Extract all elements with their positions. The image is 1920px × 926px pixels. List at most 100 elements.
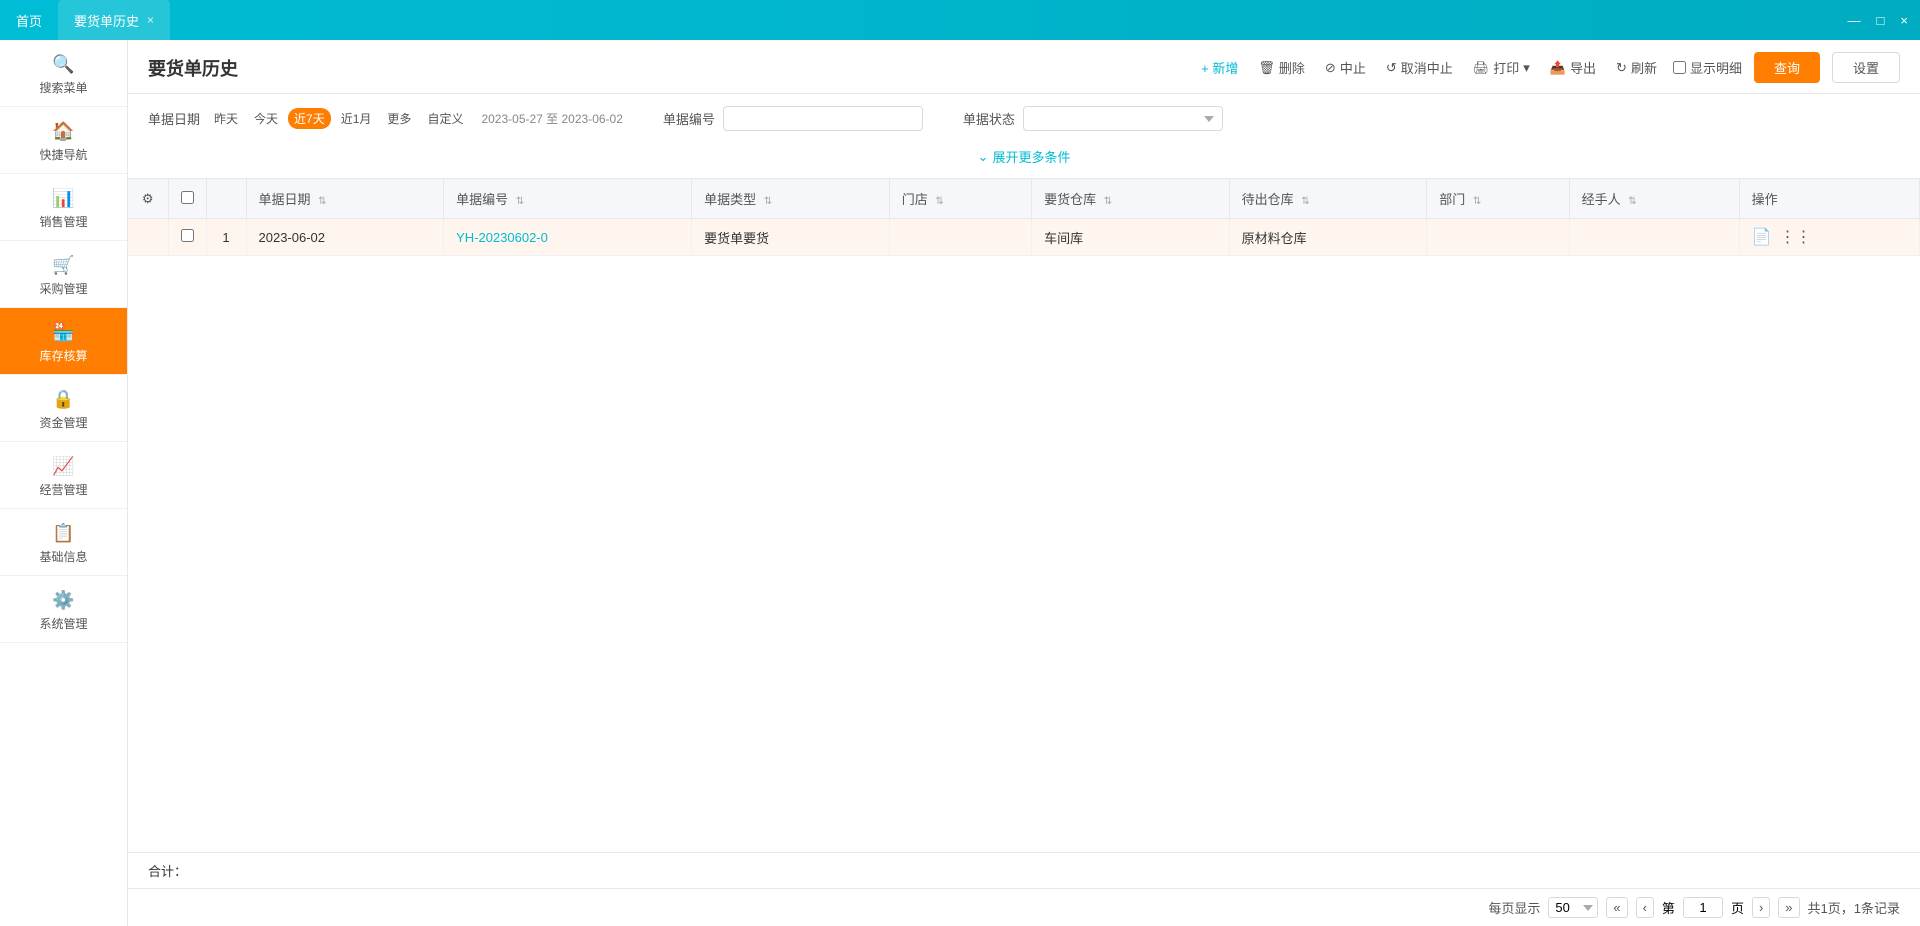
expand-label: 展开更多条件 — [992, 147, 1070, 166]
next-page-button[interactable]: › — [1752, 897, 1770, 918]
sidebar-item-purchase-mgmt[interactable]: 🛒 采购管理 — [0, 241, 127, 308]
export-icon: 📤 — [1550, 60, 1566, 76]
cancel-stop-button[interactable]: ↺ 取消中止 — [1382, 54, 1457, 81]
finance-icon: 🔒 — [52, 389, 74, 410]
sort-store-icon[interactable]: ⇅ — [935, 196, 943, 207]
last-page-button[interactable]: » — [1778, 897, 1799, 918]
sidebar: 🔍 搜索菜单 🏠 快捷导航 📊 销售管理 🛒 采购管理 🏪 库存核算 🔒 资金管… — [0, 40, 128, 926]
export-label: 导出 — [1570, 58, 1596, 77]
display-detail-checkbox[interactable] — [1673, 61, 1686, 74]
col-handler-label: 经手人 — [1582, 192, 1621, 207]
page-input[interactable] — [1683, 897, 1723, 918]
col-settings-icon[interactable]: ⚙ — [142, 191, 154, 206]
refresh-label: 刷新 — [1631, 58, 1657, 77]
display-detail-label: 显示明细 — [1690, 58, 1742, 77]
sort-pending-warehouse-icon[interactable]: ⇅ — [1301, 196, 1309, 207]
sidebar-item-sales-mgmt[interactable]: 📊 销售管理 — [0, 174, 127, 241]
per-page-select[interactable]: 20 50 100 — [1548, 897, 1598, 918]
print-button[interactable]: 🖨 打印 ▾ — [1469, 54, 1534, 81]
sidebar-item-system-mgmt[interactable]: ⚙️ 系统管理 — [0, 576, 127, 643]
close-window-button[interactable]: × — [1900, 13, 1908, 28]
date-btn-yesterday[interactable]: 昨天 — [208, 108, 244, 129]
status-filter-group: 单据状态 — [963, 106, 1223, 131]
sort-doc-date-icon[interactable]: ⇅ — [318, 196, 326, 207]
table-footer: 合计： — [128, 852, 1920, 888]
expand-more-conditions-button[interactable]: ⌄ 展开更多条件 — [978, 147, 1071, 166]
col-req-warehouse-label: 要货仓库 — [1044, 192, 1096, 207]
expand-icon: ⌄ — [978, 149, 989, 165]
sidebar-item-quick-nav[interactable]: 🏠 快捷导航 — [0, 107, 127, 174]
row-req-warehouse: 车间库 — [1032, 219, 1230, 256]
settings-button[interactable]: 设置 — [1832, 52, 1900, 83]
tab-home[interactable]: 首页 — [0, 0, 58, 40]
print-dropdown-icon: ▾ — [1523, 60, 1530, 76]
print-icon: 🖨 — [1473, 60, 1490, 76]
first-page-button[interactable]: « — [1606, 897, 1627, 918]
doc-no-filter-group: 单据编号 — [663, 106, 923, 131]
sidebar-item-inventory-label: 库存核算 — [39, 347, 87, 364]
main-layout: 🔍 搜索菜单 🏠 快捷导航 📊 销售管理 🛒 采购管理 🏪 库存核算 🔒 资金管… — [0, 40, 1920, 926]
page-title-row: 要货单历史 + 新增 🗑 删除 ⊘ 中止 ↺ 取消中止 — [148, 52, 1900, 83]
refresh-button[interactable]: ↻ 刷新 — [1612, 54, 1661, 81]
page-label: 第 — [1662, 898, 1675, 917]
col-req-warehouse: 要货仓库 ⇅ — [1032, 179, 1230, 219]
row-checkbox[interactable] — [181, 229, 194, 242]
doc-no-input[interactable] — [723, 106, 923, 131]
purchase-mgmt-icon: 🛒 — [52, 255, 74, 276]
display-detail-checkbox-label[interactable]: 显示明细 — [1673, 58, 1742, 77]
prev-page-button[interactable]: ‹ — [1636, 897, 1654, 918]
sidebar-item-operations[interactable]: 📈 经营管理 — [0, 442, 127, 509]
summary-label: 合计： — [148, 861, 187, 880]
table-row: 1 2023-06-02 YH-20230602-0 要货单要货 车间库 原材料… — [128, 219, 1920, 256]
new-button[interactable]: + 新增 — [1197, 54, 1242, 81]
sidebar-item-inventory[interactable]: 🏪 库存核算 — [0, 308, 127, 375]
row-handler — [1569, 219, 1739, 256]
sidebar-item-sales-mgmt-label: 销售管理 — [39, 213, 87, 230]
col-store: 门店 ⇅ — [889, 179, 1031, 219]
row-edit-icon[interactable]: 📄 — [1752, 227, 1772, 247]
stop-label: 中止 — [1340, 58, 1366, 77]
date-btn-more[interactable]: 更多 — [381, 108, 417, 129]
date-btn-today[interactable]: 今天 — [248, 108, 284, 129]
minimize-button[interactable]: — — [1848, 13, 1861, 28]
top-bar-controls: — □ × — [1848, 13, 1920, 28]
tab-home-label: 首页 — [16, 11, 42, 30]
col-actions-label: 操作 — [1752, 192, 1778, 207]
quick-nav-icon: 🏠 — [52, 121, 74, 142]
col-department: 部门 ⇅ — [1427, 179, 1569, 219]
date-btn-1month[interactable]: 近1月 — [335, 108, 378, 129]
refresh-icon: ↻ — [1616, 60, 1627, 76]
sidebar-item-basic-info[interactable]: 📋 基础信息 — [0, 509, 127, 576]
close-tab-icon[interactable]: × — [147, 13, 154, 27]
sidebar-item-quick-nav-label: 快捷导航 — [39, 146, 87, 163]
print-label: 打印 — [1493, 58, 1519, 77]
sort-doc-no-icon[interactable]: ⇅ — [516, 196, 524, 207]
sort-doc-type-icon[interactable]: ⇅ — [764, 196, 772, 207]
status-select[interactable] — [1023, 106, 1223, 131]
sort-department-icon[interactable]: ⇅ — [1473, 196, 1481, 207]
maximize-button[interactable]: □ — [1877, 13, 1885, 28]
row-more-icon[interactable]: ⋮⋮ — [1779, 227, 1811, 247]
sidebar-item-search-menu-label: 搜索菜单 — [39, 79, 87, 96]
col-doc-date: 单据日期 ⇅ — [246, 179, 444, 219]
sort-req-warehouse-icon[interactable]: ⇅ — [1104, 196, 1112, 207]
tab-requisition-history[interactable]: 要货单历史 × — [58, 0, 170, 40]
row-pending-warehouse: 原材料仓库 — [1229, 219, 1427, 256]
row-actions: 📄 ⋮⋮ — [1752, 227, 1907, 247]
col-doc-no: 单据编号 ⇅ — [444, 179, 692, 219]
query-button[interactable]: 查询 — [1754, 52, 1820, 83]
export-button[interactable]: 📤 导出 — [1546, 54, 1600, 81]
delete-button[interactable]: 🗑 删除 — [1254, 54, 1309, 81]
sort-handler-icon[interactable]: ⇅ — [1628, 196, 1636, 207]
row-doc-no[interactable]: YH-20230602-0 — [444, 219, 692, 256]
date-btn-7days[interactable]: 近7天 — [288, 108, 331, 129]
col-settings: ⚙ — [128, 179, 168, 219]
col-doc-no-label: 单据编号 — [456, 192, 508, 207]
sidebar-item-search-menu[interactable]: 🔍 搜索菜单 — [0, 40, 127, 107]
select-all-checkbox[interactable] — [181, 191, 194, 204]
sidebar-item-basic-info-label: 基础信息 — [39, 548, 87, 565]
stop-button[interactable]: ⊘ 中止 — [1321, 54, 1370, 81]
date-btn-custom[interactable]: 自定义 — [421, 108, 469, 129]
sidebar-item-finance[interactable]: 🔒 资金管理 — [0, 375, 127, 442]
col-checkbox — [168, 179, 206, 219]
